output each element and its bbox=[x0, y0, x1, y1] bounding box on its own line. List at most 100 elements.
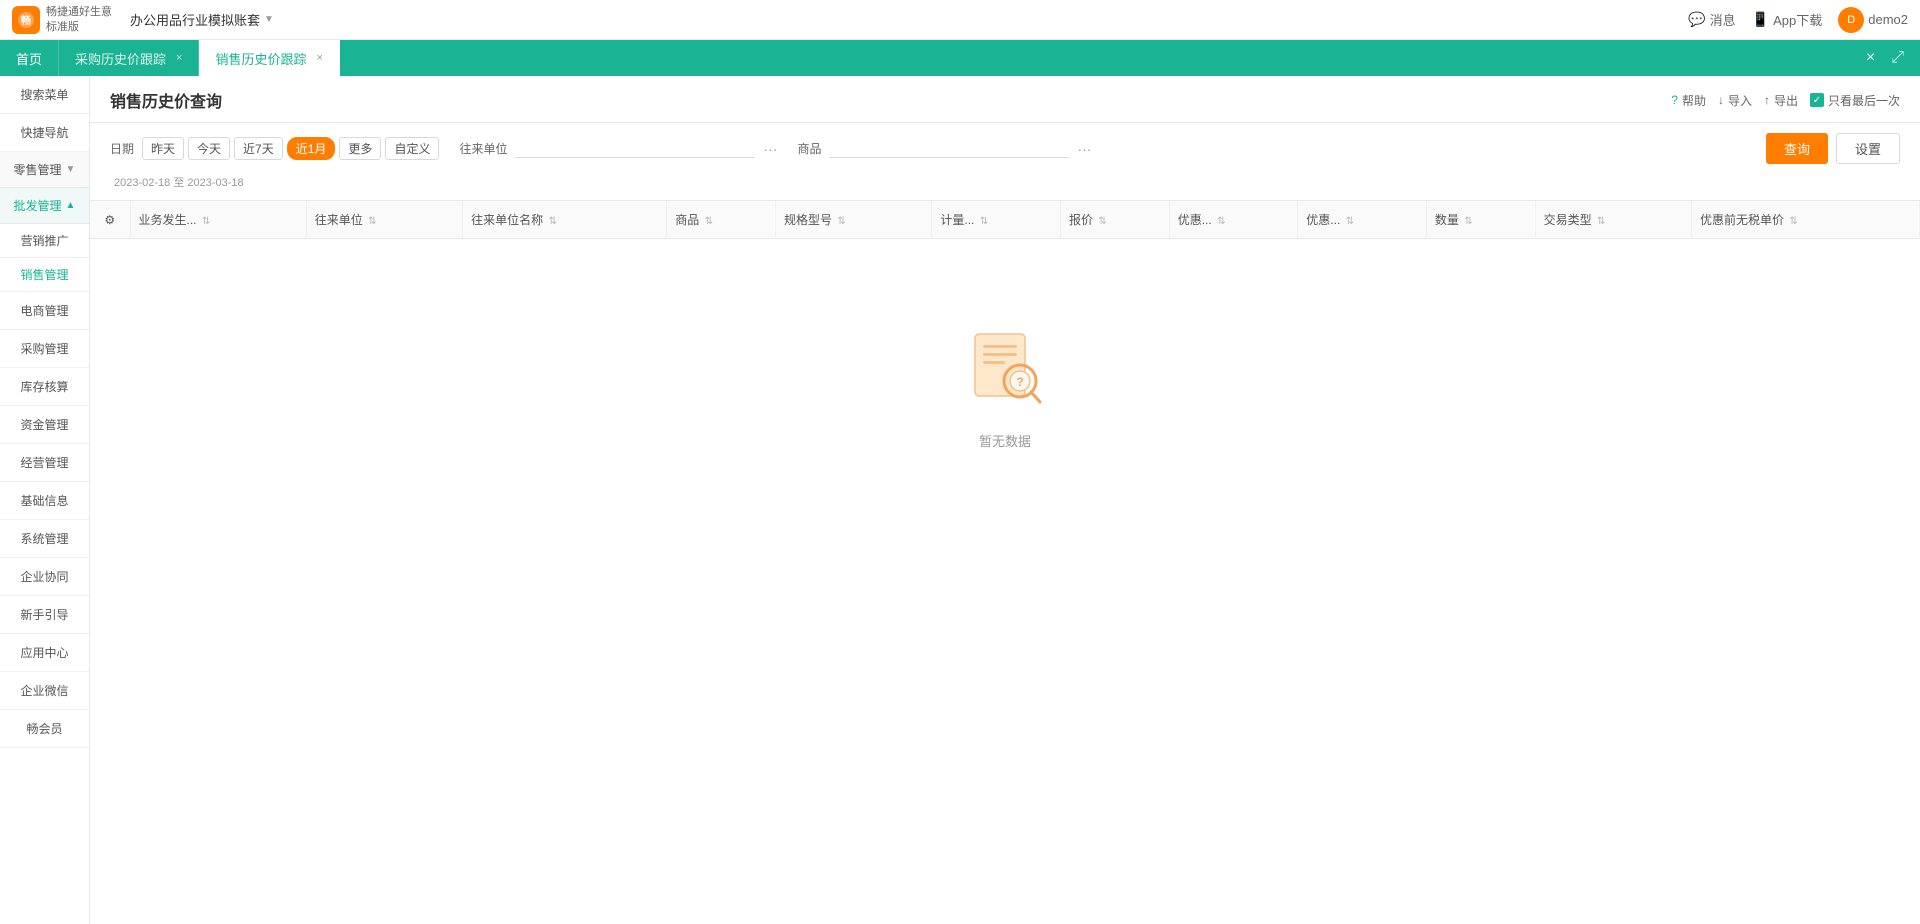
th-discount1[interactable]: 优惠... ⇅ bbox=[1169, 201, 1298, 239]
settings-button[interactable]: 设置 bbox=[1836, 133, 1900, 164]
date-btn-7days[interactable]: 近7天 bbox=[234, 137, 283, 160]
page-actions: ? 帮助 ↓ 导入 ↑ 导出 ✓ 只看最后一次 bbox=[1671, 92, 1900, 109]
date-btn-today[interactable]: 今天 bbox=[188, 137, 230, 160]
sidebar-item-finance-mgmt[interactable]: 资金管理 bbox=[0, 406, 89, 444]
sidebar-item-inventory-check[interactable]: 库存核算 bbox=[0, 368, 89, 406]
tab-maximize-button[interactable]: ⤢ bbox=[1887, 45, 1908, 71]
page-header: 销售历史价查询 ? 帮助 ↓ 导入 ↑ 导出 ✓ bbox=[90, 76, 1920, 123]
help-icon: ? bbox=[1671, 93, 1678, 107]
sidebar-item-enterprise-wechat[interactable]: 企业微信 bbox=[0, 672, 89, 710]
user-profile[interactable]: D demo2 bbox=[1838, 7, 1908, 33]
sidebar-item-marketing-promo[interactable]: 营销推广 bbox=[0, 224, 89, 258]
tab-bar-actions: × ⤢ bbox=[1862, 45, 1920, 71]
tab-purchase-history-close[interactable]: × bbox=[176, 52, 182, 64]
sort-spec-icon: ⇅ bbox=[837, 216, 845, 227]
date-btn-custom[interactable]: 自定义 bbox=[385, 137, 439, 160]
th-quote-price[interactable]: 报价 ⇅ bbox=[1060, 201, 1169, 239]
sort-biz-date-icon: ⇅ bbox=[202, 216, 210, 227]
checkbox-checked-icon: ✓ bbox=[1810, 93, 1824, 107]
enterprise-collab-label: 企业协同 bbox=[20, 568, 68, 585]
th-partner-code[interactable]: 往来单位 ⇅ bbox=[306, 201, 462, 239]
th-quantity[interactable]: 数量 ⇅ bbox=[1426, 201, 1535, 239]
product-dots[interactable]: ··· bbox=[1077, 141, 1091, 157]
logo-icon: 畅 bbox=[12, 6, 40, 34]
sidebar-item-search-menu[interactable]: 搜索菜单 bbox=[0, 76, 89, 114]
app-download-button[interactable]: 📱 App下载 bbox=[1752, 10, 1823, 29]
top-bar-left: 畅 畅捷通好生意 标准版 办公用品行业模拟账套 ▼ bbox=[12, 5, 282, 34]
purchase-mgmt-label: 采购管理 bbox=[20, 340, 68, 357]
sidebar-item-quick-nav[interactable]: 快捷导航 bbox=[0, 114, 89, 152]
partner-dots[interactable]: ··· bbox=[763, 141, 777, 157]
import-button[interactable]: ↓ 导入 bbox=[1718, 92, 1752, 109]
query-button[interactable]: 查询 bbox=[1766, 133, 1828, 164]
sort-trade-type-icon: ⇅ bbox=[1597, 216, 1605, 227]
date-btn-1month[interactable]: 近1月 bbox=[287, 137, 336, 160]
help-button[interactable]: ? 帮助 bbox=[1671, 92, 1706, 109]
marketing-promo-label: 营销推广 bbox=[20, 232, 68, 249]
tab-close-all-button[interactable]: × bbox=[1862, 45, 1879, 71]
sort-product-icon: ⇅ bbox=[705, 216, 713, 227]
username-label: demo2 bbox=[1868, 12, 1908, 27]
date-btn-more[interactable]: 更多 bbox=[339, 137, 381, 160]
tab-home[interactable]: 首页 bbox=[0, 40, 59, 76]
tab-purchase-history[interactable]: 采购历史价跟踪 × bbox=[59, 40, 199, 76]
sidebar-item-sales-mgmt[interactable]: 销售管理 bbox=[0, 258, 89, 292]
import-icon: ↓ bbox=[1718, 93, 1724, 107]
tab-purchase-history-label: 采购历史价跟踪 bbox=[75, 49, 166, 68]
system-mgmt-label: 系统管理 bbox=[20, 530, 68, 547]
th-discount2[interactable]: 优惠... ⇅ bbox=[1298, 201, 1427, 239]
partner-input[interactable] bbox=[515, 139, 755, 158]
sidebar: 搜索菜单 快捷导航 零售管理 ▼ 批发管理 ▲ 营销推广 销售管理 电商管理 采… bbox=[0, 76, 90, 924]
th-trade-type[interactable]: 交易类型 ⇅ bbox=[1535, 201, 1691, 239]
sidebar-item-basic-info[interactable]: 基础信息 bbox=[0, 482, 89, 520]
sidebar-item-app-center[interactable]: 应用中心 bbox=[0, 634, 89, 672]
th-product[interactable]: 商品 ⇅ bbox=[667, 201, 776, 239]
th-settings[interactable]: ⚙ bbox=[90, 201, 130, 239]
export-icon: ↑ bbox=[1764, 93, 1770, 107]
sort-discount1-icon: ⇅ bbox=[1217, 216, 1225, 227]
product-input[interactable] bbox=[829, 139, 1069, 158]
top-bar: 畅 畅捷通好生意 标准版 办公用品行业模拟账套 ▼ 💬 消息 📱 App下载 D… bbox=[0, 0, 1920, 40]
th-unit[interactable]: 计量... ⇅ bbox=[932, 201, 1061, 239]
sidebar-item-enterprise-collab[interactable]: 企业协同 bbox=[0, 558, 89, 596]
table-container[interactable]: ⚙ 业务发生... ⇅ 往来单位 ⇅ 往来单位名称 ⇅ bbox=[90, 201, 1920, 924]
sidebar-item-system-mgmt[interactable]: 系统管理 bbox=[0, 520, 89, 558]
settings-icon: ⚙ bbox=[104, 213, 115, 227]
sidebar-item-beginner-guide[interactable]: 新手引导 bbox=[0, 596, 89, 634]
wholesale-mgmt-label: 批发管理 bbox=[14, 197, 62, 214]
sort-discount2-icon: ⇅ bbox=[1346, 216, 1354, 227]
sort-pretax-price-icon: ⇅ bbox=[1789, 216, 1797, 227]
sidebar-item-retail-mgmt[interactable]: 零售管理 ▼ bbox=[0, 152, 89, 188]
filter-row: 日期 昨天 今天 近7天 近1月 更多 自定义 往来单位 ··· 商品 ··· bbox=[90, 123, 1920, 174]
th-partner-name[interactable]: 往来单位名称 ⇅ bbox=[463, 201, 667, 239]
sidebar-item-operations-mgmt[interactable]: 经营管理 bbox=[0, 444, 89, 482]
tab-sales-history-label: 销售历史价跟踪 bbox=[215, 49, 306, 68]
export-button[interactable]: ↑ 导出 bbox=[1764, 92, 1798, 109]
th-spec[interactable]: 规格型号 ⇅ bbox=[775, 201, 931, 239]
main-layout: 搜索菜单 快捷导航 零售管理 ▼ 批发管理 ▲ 营销推广 销售管理 电商管理 采… bbox=[0, 76, 1920, 924]
app-selector[interactable]: 办公用品行业模拟账套 ▼ bbox=[122, 6, 282, 33]
th-biz-date[interactable]: 业务发生... ⇅ bbox=[130, 201, 306, 239]
message-button[interactable]: 💬 消息 bbox=[1688, 10, 1735, 29]
avatar: D bbox=[1838, 7, 1864, 33]
th-pretax-price[interactable]: 优惠前无税单价 ⇅ bbox=[1692, 201, 1920, 239]
only-last-checkbox[interactable]: ✓ 只看最后一次 bbox=[1810, 92, 1900, 109]
app-name: 办公用品行业模拟账套 bbox=[130, 10, 260, 29]
chevron-down-icon: ▼ bbox=[264, 14, 274, 25]
content-area: 销售历史价查询 ? 帮助 ↓ 导入 ↑ 导出 ✓ bbox=[90, 76, 1920, 924]
sidebar-item-ecommerce-mgmt[interactable]: 电商管理 bbox=[0, 292, 89, 330]
svg-text:?: ? bbox=[1016, 375, 1023, 389]
sidebar-item-member-club[interactable]: 畅会员 bbox=[0, 710, 89, 748]
sidebar-item-purchase-mgmt[interactable]: 采购管理 bbox=[0, 330, 89, 368]
tab-sales-history-close[interactable]: × bbox=[316, 52, 322, 64]
filter-actions: 查询 设置 bbox=[1766, 133, 1900, 164]
sort-partner-name-icon: ⇅ bbox=[549, 216, 557, 227]
wholesale-mgmt-arrow: ▲ bbox=[66, 200, 76, 211]
date-btn-yesterday[interactable]: 昨天 bbox=[142, 137, 184, 160]
sidebar-item-wholesale-mgmt[interactable]: 批发管理 ▲ bbox=[0, 188, 89, 224]
retail-mgmt-arrow: ▼ bbox=[66, 164, 76, 175]
logo-area: 畅 畅捷通好生意 标准版 bbox=[12, 5, 112, 34]
sort-quote-price-icon: ⇅ bbox=[1098, 216, 1106, 227]
partner-filter-group: 往来单位 ··· bbox=[459, 139, 777, 158]
tab-sales-history[interactable]: 销售历史价跟踪 × bbox=[199, 40, 339, 76]
